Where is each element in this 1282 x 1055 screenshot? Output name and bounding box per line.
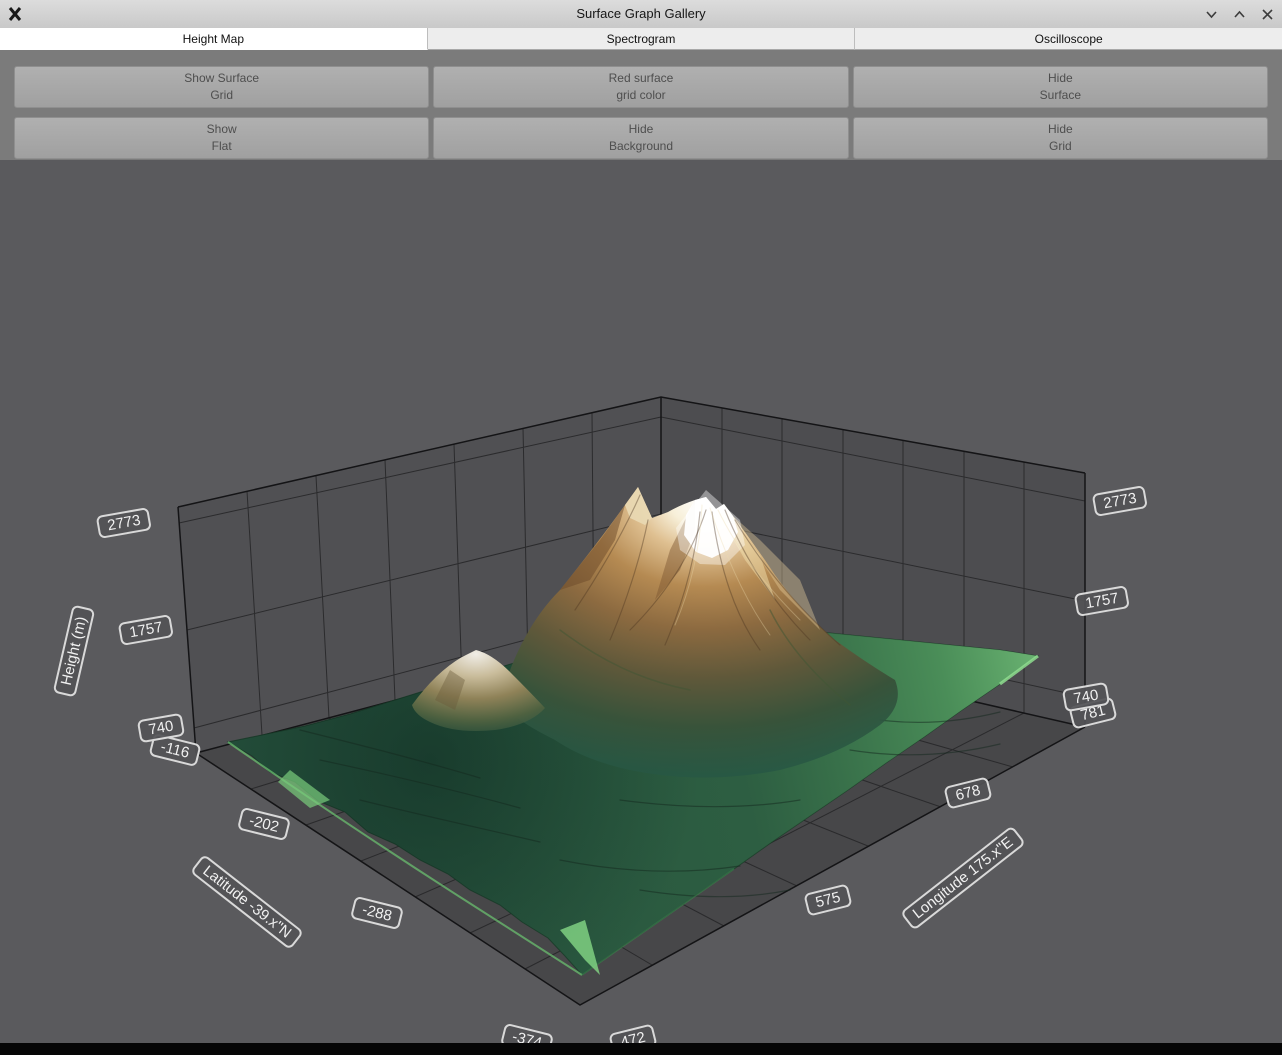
close-icon [1261,8,1274,21]
window-menu-button[interactable] [1202,4,1220,24]
tab-bar: Height Map Spectrogram Oscilloscope [0,28,1282,51]
tab-spectrogram[interactable]: Spectrogram [428,28,856,50]
surface-3d-view[interactable]: 2773 1757 -116 740 -202 -288 -374 Latitu… [0,160,1282,1055]
window-close-button[interactable] [1258,4,1276,24]
window-maximize-button[interactable] [1230,4,1248,24]
hide-surface-button[interactable]: Hide Surface [853,66,1268,108]
hide-background-button[interactable]: Hide Background [433,117,848,159]
toolbar: Show Surface Grid Red surface grid color… [0,50,1282,160]
surface-grid-color-button[interactable]: Red surface grid color [433,66,848,108]
show-surface-grid-button[interactable]: Show Surface Grid [14,66,429,108]
window-controls [1202,4,1276,24]
titlebar: Surface Graph Gallery [0,0,1282,29]
show-flat-button[interactable]: Show Flat [14,117,429,159]
tab-oscilloscope[interactable]: Oscilloscope [855,28,1282,50]
window-title: Surface Graph Gallery [0,6,1282,21]
bottom-black-bar [0,1043,1282,1055]
tab-height-map[interactable]: Height Map [0,28,428,50]
chevron-up-icon [1233,8,1246,21]
hide-grid-button[interactable]: Hide Grid [853,117,1268,159]
app-window: Surface Graph Gallery Height Map Spectro… [0,0,1282,1055]
chevron-down-icon [1205,8,1218,21]
